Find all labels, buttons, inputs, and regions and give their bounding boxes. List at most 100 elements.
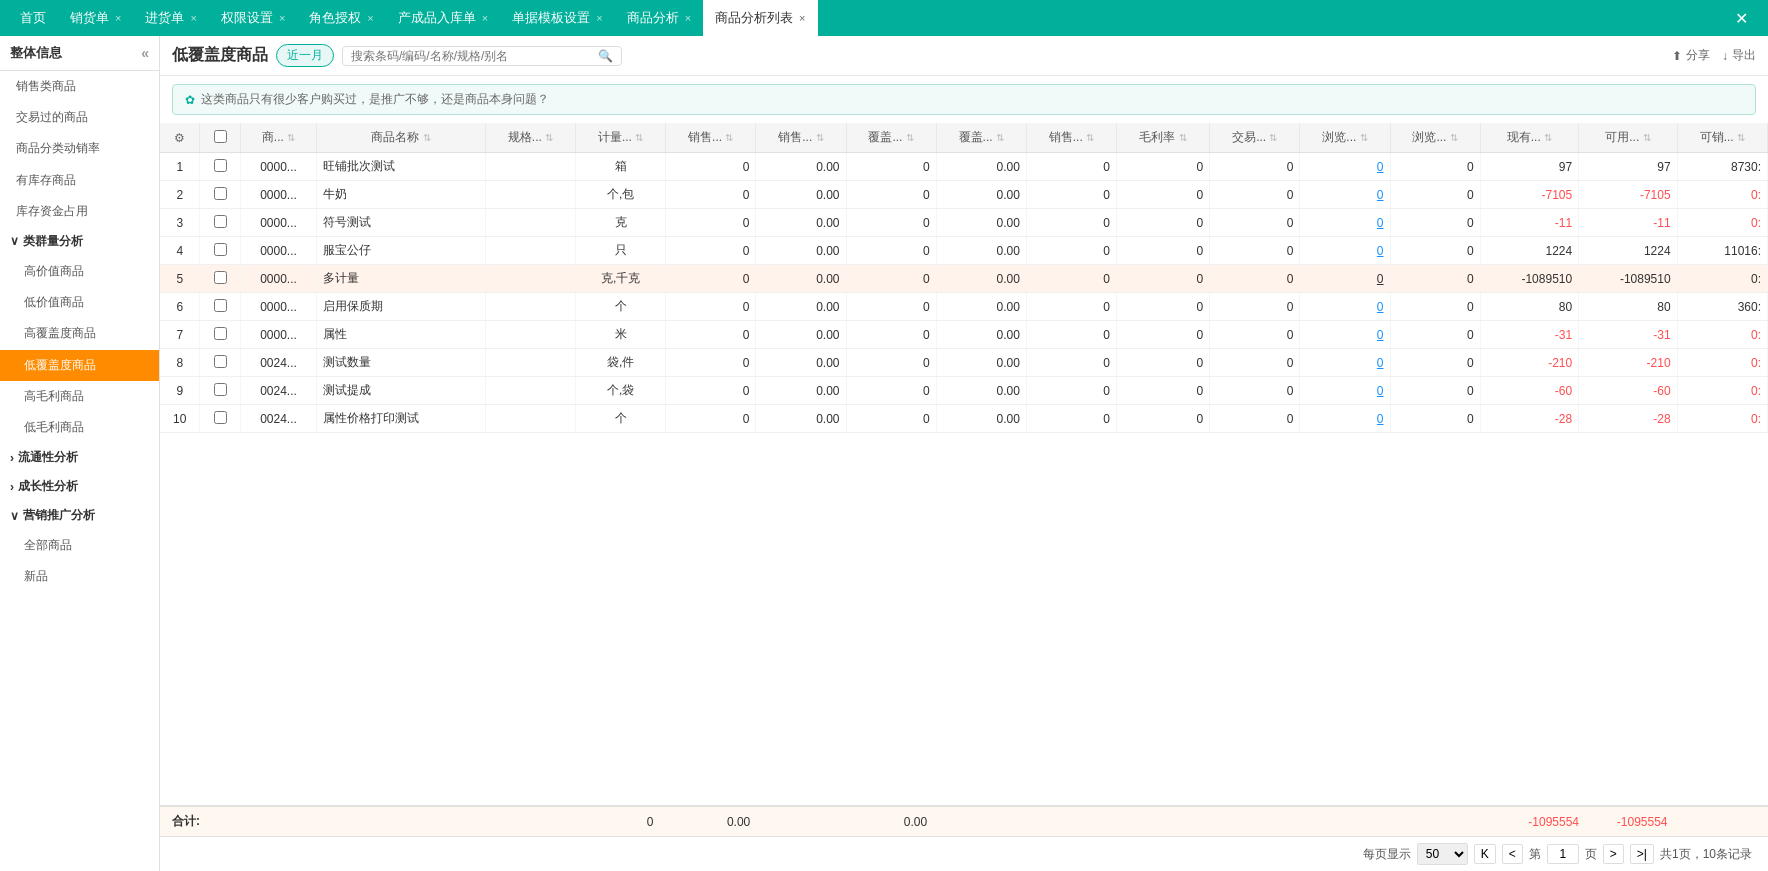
col-browse1[interactable]: 浏览... ⇅ bbox=[1300, 123, 1390, 153]
row-checkbox[interactable] bbox=[200, 181, 240, 209]
nav-product-analysis[interactable]: 商品分析 × bbox=[615, 0, 703, 36]
row-coverage2: 0.00 bbox=[936, 153, 1026, 181]
col-coverage2[interactable]: 覆盖... ⇅ bbox=[936, 123, 1026, 153]
row-checkbox[interactable] bbox=[200, 237, 240, 265]
close-icon[interactable]: × bbox=[482, 0, 488, 36]
col-transaction[interactable]: 交易... ⇅ bbox=[1210, 123, 1300, 153]
row-browse1[interactable]: 0 bbox=[1300, 405, 1390, 433]
row-code: 0000... bbox=[240, 265, 317, 293]
sidebar-group-circulation[interactable]: › 流通性分析 bbox=[0, 443, 159, 472]
close-icon[interactable]: × bbox=[799, 0, 805, 36]
sidebar-item-stocked[interactable]: 有库存商品 bbox=[0, 165, 159, 196]
col-checkbox[interactable] bbox=[200, 123, 240, 153]
row-browse1[interactable]: 0 bbox=[1300, 153, 1390, 181]
row-code: 0000... bbox=[240, 321, 317, 349]
filter-recent-month[interactable]: 近一月 bbox=[276, 44, 334, 67]
row-browse1[interactable]: 0 bbox=[1300, 377, 1390, 405]
sidebar-item-sales-products[interactable]: 销售类商品 bbox=[0, 71, 159, 102]
row-available: -60 bbox=[1579, 377, 1677, 405]
select-all-checkbox[interactable] bbox=[214, 130, 227, 143]
sidebar-item-traded-products[interactable]: 交易过的商品 bbox=[0, 102, 159, 133]
sidebar-item-low-coverage[interactable]: 低覆盖度商品 bbox=[0, 350, 159, 381]
row-checkbox[interactable] bbox=[200, 153, 240, 181]
row-checkbox[interactable] bbox=[200, 265, 240, 293]
row-browse1[interactable]: 0 bbox=[1300, 237, 1390, 265]
prev-page-btn[interactable]: < bbox=[1502, 844, 1523, 864]
sidebar-item-high-margin[interactable]: 高毛利商品 bbox=[0, 381, 159, 412]
close-icon[interactable]: × bbox=[115, 0, 121, 36]
row-checkbox[interactable] bbox=[200, 209, 240, 237]
row-browse1[interactable]: 0 bbox=[1300, 349, 1390, 377]
sidebar-item-category-rate[interactable]: 商品分类动销率 bbox=[0, 133, 159, 164]
page-number-input[interactable] bbox=[1547, 844, 1579, 864]
col-sellable[interactable]: 可销... ⇅ bbox=[1677, 123, 1767, 153]
sidebar-item-high-value[interactable]: 高价值商品 bbox=[0, 256, 159, 287]
row-checkbox[interactable] bbox=[200, 349, 240, 377]
row-browse1[interactable]: 0 bbox=[1300, 209, 1390, 237]
col-gross-rate[interactable]: 毛利率 ⇅ bbox=[1116, 123, 1209, 153]
row-sellable: 0: bbox=[1677, 181, 1767, 209]
col-code[interactable]: 商... ⇅ bbox=[240, 123, 317, 153]
col-sales-profit[interactable]: 销售... ⇅ bbox=[1026, 123, 1116, 153]
nav-template[interactable]: 单据模板设置 × bbox=[500, 0, 614, 36]
footer-coverage2: 0.00 bbox=[871, 815, 959, 829]
col-coverage1[interactable]: 覆盖... ⇅ bbox=[846, 123, 936, 153]
col-settings[interactable]: ⚙ bbox=[160, 123, 200, 153]
col-sales-amount[interactable]: 销售... ⇅ bbox=[756, 123, 846, 153]
nav-purchase-order[interactable]: 进货单 × bbox=[133, 0, 208, 36]
share-button[interactable]: ⬆ 分享 bbox=[1672, 47, 1710, 64]
col-spec[interactable]: 规格... ⇅ bbox=[485, 123, 575, 153]
close-icon[interactable]: × bbox=[279, 0, 285, 36]
row-sales-amount: 0.00 bbox=[756, 349, 846, 377]
sidebar-item-low-margin[interactable]: 低毛利商品 bbox=[0, 412, 159, 443]
sidebar-item-high-coverage[interactable]: 高覆盖度商品 bbox=[0, 318, 159, 349]
nav-role[interactable]: 角色授权 × bbox=[297, 0, 385, 36]
sidebar-item-new-products[interactable]: 新品 bbox=[0, 561, 159, 592]
nav-home[interactable]: 首页 bbox=[8, 0, 58, 36]
sidebar-group-marketing[interactable]: ∨ 营销推广分析 bbox=[0, 501, 159, 530]
export-button[interactable]: ↓ 导出 bbox=[1722, 47, 1756, 64]
close-icon[interactable]: × bbox=[367, 0, 373, 36]
col-current[interactable]: 现有... ⇅ bbox=[1480, 123, 1578, 153]
search-icon[interactable]: 🔍 bbox=[598, 49, 613, 63]
row-checkbox[interactable] bbox=[200, 405, 240, 433]
page-size-select[interactable]: 50 20 100 200 bbox=[1417, 843, 1468, 865]
close-icon[interactable]: × bbox=[596, 0, 602, 36]
row-checkbox[interactable] bbox=[200, 293, 240, 321]
nav-product-analysis-list[interactable]: 商品分析列表 × bbox=[703, 0, 817, 36]
row-coverage1: 0 bbox=[846, 377, 936, 405]
sidebar-collapse-btn[interactable]: « bbox=[141, 45, 149, 61]
sidebar-group-quantity[interactable]: ∨ 类群量分析 bbox=[0, 227, 159, 256]
row-browse1[interactable]: 0 bbox=[1300, 181, 1390, 209]
nav-product-entry[interactable]: 产成品入库单 × bbox=[386, 0, 500, 36]
close-icon[interactable]: × bbox=[190, 0, 196, 36]
last-page-btn[interactable]: >| bbox=[1630, 844, 1654, 864]
sidebar-item-low-value[interactable]: 低价值商品 bbox=[0, 287, 159, 318]
col-sales-qty[interactable]: 销售... ⇅ bbox=[666, 123, 756, 153]
row-browse1[interactable]: 0 bbox=[1300, 265, 1390, 293]
row-spec bbox=[485, 153, 575, 181]
nav-sales-order[interactable]: 销货单 × bbox=[58, 0, 133, 36]
nav-permission[interactable]: 权限设置 × bbox=[209, 0, 297, 36]
close-icon[interactable]: × bbox=[685, 0, 691, 36]
row-name: 测试提成 bbox=[317, 377, 485, 405]
window-close-button[interactable]: ✕ bbox=[1723, 9, 1760, 28]
sidebar-group-growth[interactable]: › 成长性分析 bbox=[0, 472, 159, 501]
row-browse1[interactable]: 0 bbox=[1300, 293, 1390, 321]
first-page-btn[interactable]: K bbox=[1474, 844, 1496, 864]
row-checkbox[interactable] bbox=[200, 321, 240, 349]
search-input[interactable] bbox=[351, 49, 594, 63]
row-checkbox[interactable] bbox=[200, 377, 240, 405]
sidebar-item-all-products[interactable]: 全部商品 bbox=[0, 530, 159, 561]
col-name[interactable]: 商品名称 ⇅ bbox=[317, 123, 485, 153]
col-unit[interactable]: 计量... ⇅ bbox=[576, 123, 666, 153]
row-available: -31 bbox=[1579, 321, 1677, 349]
row-no: 5 bbox=[160, 265, 200, 293]
col-available[interactable]: 可用... ⇅ bbox=[1579, 123, 1677, 153]
footer-available: -1095554 bbox=[1579, 815, 1667, 829]
sidebar-item-capital[interactable]: 库存资金占用 bbox=[0, 196, 159, 227]
row-browse1[interactable]: 0 bbox=[1300, 321, 1390, 349]
row-available: -1089510 bbox=[1579, 265, 1677, 293]
next-page-btn[interactable]: > bbox=[1603, 844, 1624, 864]
col-browse2[interactable]: 浏览... ⇅ bbox=[1390, 123, 1480, 153]
